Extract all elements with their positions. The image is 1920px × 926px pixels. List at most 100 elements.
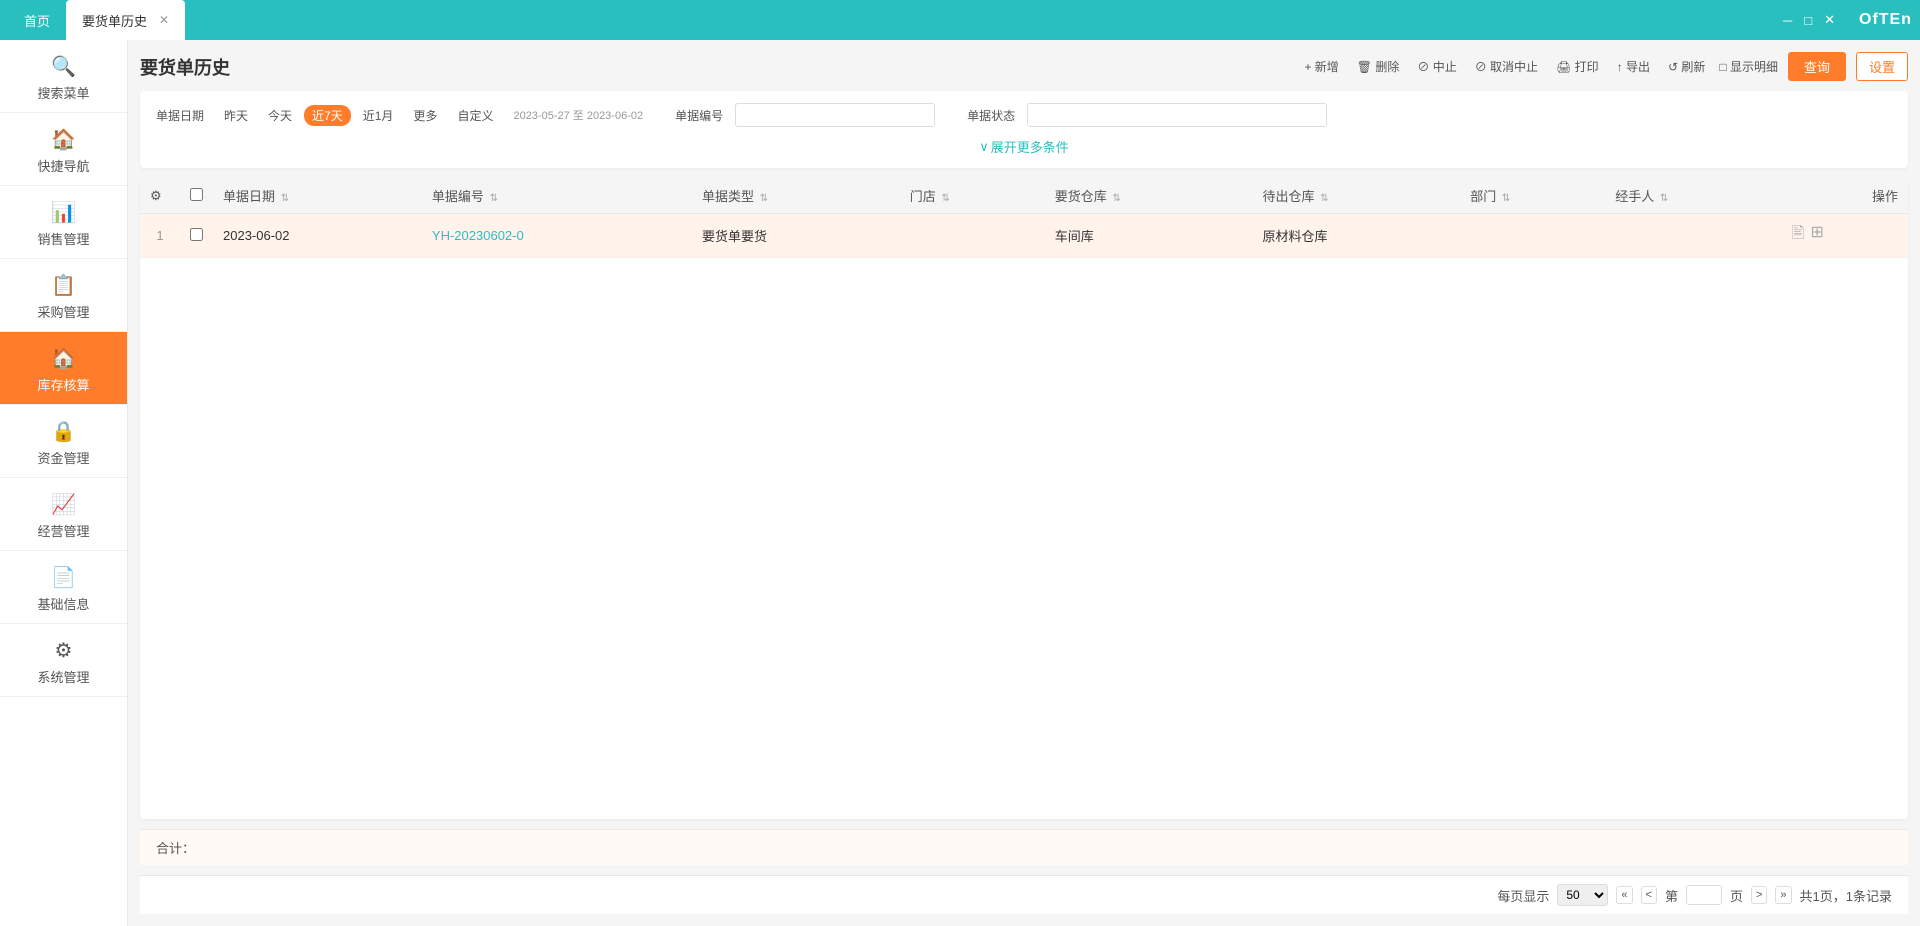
status-select-wrap [1027, 103, 1327, 127]
sidebar-item-sales-label: 销售管理 [37, 229, 89, 248]
row-checkbox[interactable] [190, 228, 203, 241]
page-title: 要货单历史 [140, 54, 230, 80]
row-action: 🖹 ⊞ [1782, 214, 1908, 258]
page-number-input[interactable]: 1 [1686, 885, 1722, 905]
row-doc-no-link[interactable]: YH-20230602-0 [432, 228, 524, 243]
pagination-bar: 每页显示 20 50 100 200 « < 第 1 页 > » 共1页，1条记… [140, 875, 1908, 914]
stop-button[interactable]: ⊘ 中止 [1413, 55, 1460, 78]
date-pill-7days[interactable]: 近7天 [304, 105, 351, 126]
filter-row-1: 单据日期 昨天 今天 近7天 近1月 更多 自定义 2023-05-27 至 2… [156, 103, 1892, 127]
settings-button[interactable]: 设置 [1856, 52, 1908, 81]
row-view-icon[interactable]: 🖹 [1792, 222, 1805, 249]
print-button[interactable]: 🖨 打印 [1552, 55, 1603, 78]
next-page-button[interactable]: > [1751, 886, 1767, 904]
th-pending-warehouse: 待出仓库 ⇅ [1252, 178, 1460, 214]
row-store [900, 214, 1045, 258]
row-pending-warehouse: 原材料仓库 [1252, 214, 1460, 258]
sidebar-item-basic-info[interactable]: 📄 基础信息 [0, 551, 127, 624]
row-handler [1605, 214, 1781, 258]
export-button[interactable]: ↑ 导出 [1613, 55, 1654, 78]
th-date: 单据日期 ⇅ [213, 178, 422, 214]
page-label: 第 [1665, 886, 1678, 905]
expand-more-button[interactable]: ∨ 展开更多条件 [979, 137, 1069, 156]
date-pill-custom[interactable]: 自定义 [449, 105, 501, 126]
last-page-button[interactable]: » [1775, 886, 1791, 904]
date-pill-yesterday[interactable]: 昨天 [216, 105, 256, 126]
date-pill-more[interactable]: 更多 [405, 105, 445, 126]
sort-docno-icon[interactable]: ⇅ [490, 193, 498, 204]
sidebar-item-sales[interactable]: 📊 销售管理 [0, 186, 127, 259]
total-records-label: 共1页，1条记录 [1800, 886, 1892, 905]
delete-button[interactable]: 🗑 删除 [1353, 55, 1404, 78]
window-minimize[interactable]: ─ [1783, 13, 1792, 28]
brand-logo: OfTEn [1859, 11, 1912, 29]
row-department [1460, 214, 1605, 258]
sidebar-item-purchase[interactable]: 📋 采购管理 [0, 259, 127, 332]
row-checkbox-cell [180, 214, 213, 258]
top-bar: 首页 要货单历史 ✕ ─ □ ✕ OfTEn [0, 0, 1920, 40]
date-pills: 昨天 今天 近7天 近1月 更多 自定义 [216, 105, 501, 126]
select-all-checkbox[interactable] [190, 188, 203, 201]
doc-number-input[interactable] [735, 103, 935, 127]
table-body: 1 2023-06-02 YH-20230602-0 要货单要货 车间库 原材料… [140, 214, 1908, 258]
status-select[interactable] [1027, 103, 1327, 127]
top-bar-right: ─ □ ✕ OfTEn [1783, 11, 1912, 29]
sort-pendwh-icon[interactable]: ⇅ [1320, 193, 1328, 204]
chevron-down-icon: ∨ [979, 139, 989, 155]
sidebar-item-purchase-label: 采购管理 [37, 302, 89, 321]
sidebar-item-shortcuts[interactable]: 🏠 快捷导航 [0, 113, 127, 186]
finance-icon: 🔒 [51, 419, 76, 444]
tab-close-icon[interactable]: ✕ [159, 13, 169, 27]
date-filter-label: 单据日期 [156, 107, 204, 124]
window-close[interactable]: ✕ [1824, 12, 1835, 28]
sort-reqwh-icon[interactable]: ⇅ [1112, 193, 1120, 204]
home-icon: 🏠 [51, 127, 76, 152]
sort-date-icon[interactable]: ⇅ [281, 193, 289, 204]
th-doc-no: 单据编号 ⇅ [422, 178, 692, 214]
tab-requisition-history[interactable]: 要货单历史 ✕ [66, 0, 185, 40]
tab-home[interactable]: 首页 [8, 0, 66, 40]
content-area: 要货单历史 + 新增 🗑 删除 ⊘ 中止 ⊘ 取消中止 🖨 打印 ↑ 导出 ↺ … [128, 40, 1920, 926]
sidebar-item-finance-label: 资金管理 [37, 448, 89, 467]
sort-doctype-icon[interactable]: ⇅ [760, 193, 768, 204]
table-row: 1 2023-06-02 YH-20230602-0 要货单要货 车间库 原材料… [140, 214, 1908, 258]
first-page-button[interactable]: « [1616, 886, 1632, 904]
new-button[interactable]: + 新增 [1300, 55, 1342, 78]
doc-number-label: 单据编号 [675, 107, 723, 124]
sort-handler-icon[interactable]: ⇅ [1660, 193, 1668, 204]
sidebar-item-finance[interactable]: 🔒 资金管理 [0, 405, 127, 478]
sort-dept-icon[interactable]: ⇅ [1502, 193, 1510, 204]
operations-icon: 📈 [51, 492, 76, 517]
sidebar-item-inventory[interactable]: 🏠 库存核算 [0, 332, 127, 405]
th-checkbox [180, 178, 213, 214]
sales-icon: 📊 [51, 200, 76, 225]
query-button[interactable]: 查询 [1788, 52, 1846, 81]
per-page-select[interactable]: 20 50 100 200 [1557, 884, 1608, 906]
sort-store-icon[interactable]: ⇅ [941, 193, 949, 204]
prev-page-button[interactable]: < [1641, 886, 1657, 904]
sidebar-item-search[interactable]: 🔍 搜索菜单 [0, 40, 127, 113]
requisition-table: ⚙ 单据日期 ⇅ 单据编号 ⇅ [140, 178, 1908, 258]
cancel-stop-button[interactable]: ⊘ 取消中止 [1471, 55, 1542, 78]
date-pill-today[interactable]: 今天 [260, 105, 300, 126]
refresh-button[interactable]: ↺ 刷新 [1664, 55, 1709, 78]
sidebar: 🔍 搜索菜单 🏠 快捷导航 📊 销售管理 📋 采购管理 🏠 库存核算 🔒 资金管… [0, 40, 128, 926]
purchase-icon: 📋 [51, 273, 76, 298]
row-more-icon[interactable]: ⊞ [1811, 222, 1824, 249]
row-date: 2023-06-02 [213, 214, 422, 258]
page-header: 要货单历史 + 新增 🗑 删除 ⊘ 中止 ⊘ 取消中止 🖨 打印 ↑ 导出 ↺ … [140, 52, 1908, 81]
gear-icon[interactable]: ⚙ [150, 188, 162, 203]
sidebar-item-operations-label: 经营管理 [37, 521, 89, 540]
date-pill-1month[interactable]: 近1月 [355, 105, 402, 126]
row-doc-no: YH-20230602-0 [422, 214, 692, 258]
display-compact-button[interactable]: □ 显示明细 [1719, 58, 1778, 75]
sidebar-item-system[interactable]: ⚙ 系统管理 [0, 624, 127, 697]
table-footer: 合计： [140, 829, 1908, 865]
window-maximize[interactable]: □ [1804, 13, 1812, 28]
row-req-warehouse: 车间库 [1045, 214, 1253, 258]
summary-label: 合计： [156, 841, 195, 856]
sidebar-item-operations[interactable]: 📈 经营管理 [0, 478, 127, 551]
sidebar-item-basic-info-label: 基础信息 [37, 594, 89, 613]
per-page-label: 每页显示 [1497, 886, 1549, 905]
th-store: 门店 ⇅ [900, 178, 1045, 214]
